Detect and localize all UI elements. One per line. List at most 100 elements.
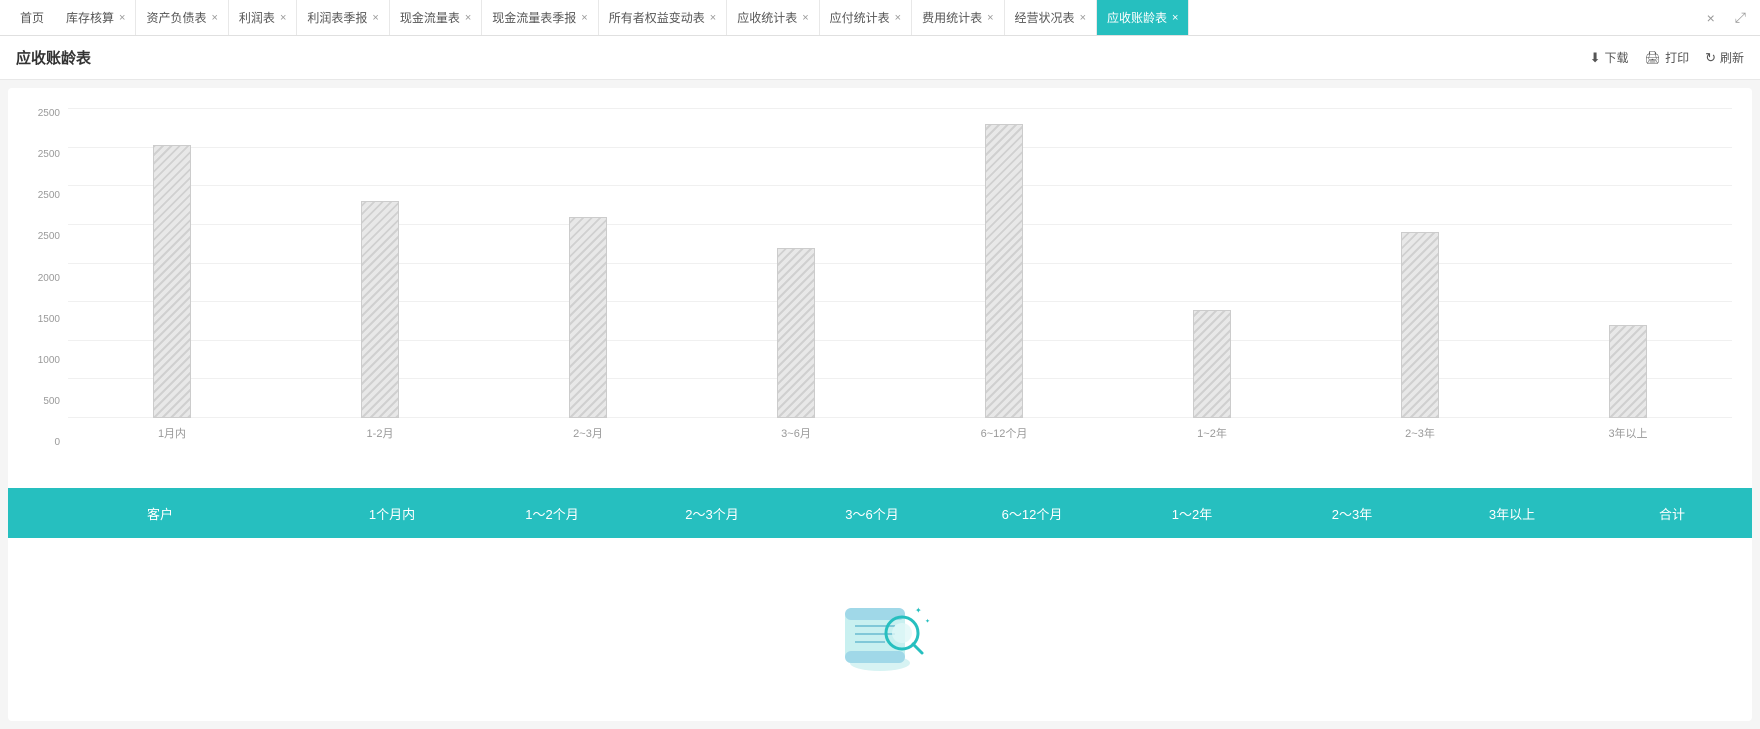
th-month2-3: 2～3个月 [632,504,792,523]
download-label: 下载 [1605,49,1629,66]
refresh-label: 刷新 [1720,49,1744,66]
bar-2 [569,217,607,419]
tab-equity-label: 所有者权益变动表 [609,9,705,26]
tab-balance-sheet-close[interactable]: × [211,12,217,24]
bars-area [68,108,1732,448]
x-label-3: 3~6月 [692,418,900,448]
tab-ops-status[interactable]: 经营状况表 × [1005,0,1097,36]
tab-profit-quarterly-label: 利润表季报 [307,9,367,26]
tab-inventory-close[interactable]: × [119,12,125,24]
print-label: 打印 [1665,49,1689,66]
tab-bar: 首页 库存核算 × 资产负债表 × 利润表 × 利润表季报 × 现金流量表 × … [0,0,1760,36]
x-axis: 1月内1-2月2~3月3~6月6~12个月1~2年2~3年3年以上 [68,418,1732,448]
tab-balance-sheet[interactable]: 资产负债表 × [136,0,228,36]
tab-inventory[interactable]: 库存核算 × [56,0,136,36]
th-customer: 客户 [8,504,312,523]
page-header: 应收账龄表 ⬇ 下载 🖨 打印 ↻ 刷新 [0,36,1760,80]
table-header: 客户 1个月内 1～2个月 2～3个月 3～6个月 6～12个月 1～2年 2～… [8,488,1752,538]
print-icon: 🖨 [1645,50,1662,66]
chart-area: 0 500 1000 1500 2000 2500 2500 2500 2500 [8,88,1752,488]
x-label-6: 2~3年 [1316,418,1524,448]
th-year2-3: 2～3年 [1272,504,1432,523]
tab-ar-aging-close[interactable]: × [1172,12,1178,24]
tab-profit-quarterly-close[interactable]: × [372,12,378,24]
bar-3 [777,248,815,419]
tab-cashflow-label: 现金流量表 [400,9,460,26]
refresh-icon: ↻ [1705,50,1716,66]
bar-group-7 [1524,108,1732,418]
bar-group-3 [692,108,900,418]
svg-text:✦: ✦ [925,618,930,625]
y-axis: 0 500 1000 1500 2000 2500 2500 2500 2500 [28,108,68,448]
th-month6-12: 6～12个月 [952,504,1112,523]
tab-ap-stats-label: 应付统计表 [830,9,890,26]
bar-group-1 [276,108,484,418]
tab-ar-aging[interactable]: 应收账龄表 × [1097,0,1189,36]
bar-1 [361,201,399,418]
th-month1-2: 1～2个月 [472,504,632,523]
x-label-1: 1-2月 [276,418,484,448]
tab-expense-stats-close[interactable]: × [987,12,993,24]
bar-group-2 [484,108,692,418]
tab-cashflow-close[interactable]: × [465,12,471,24]
download-icon: ⬇ [1590,50,1601,66]
th-year3plus: 3年以上 [1432,504,1592,523]
x-label-7: 3年以上 [1524,418,1732,448]
tab-profit-close[interactable]: × [280,12,286,24]
bar-6 [1401,232,1439,418]
tab-profit-quarterly[interactable]: 利润表季报 × [297,0,389,36]
download-button[interactable]: ⬇ 下载 [1590,49,1629,66]
bar-group-6 [1316,108,1524,418]
svg-text:✦: ✦ [915,606,922,615]
window-controls: × ⤢ [1701,7,1752,28]
th-month3-6: 3～6个月 [792,504,952,523]
bar-group-4 [900,108,1108,418]
x-label-4: 6~12个月 [900,418,1108,448]
tab-expense-stats[interactable]: 费用统计表 × [912,0,1004,36]
main-content: 0 500 1000 1500 2000 2500 2500 2500 2500 [8,88,1752,721]
tab-ar-aging-label: 应收账龄表 [1107,9,1167,26]
th-month1: 1个月内 [312,504,472,523]
tab-cashflow[interactable]: 现金流量表 × [390,0,482,36]
tab-expense-stats-label: 费用统计表 [922,9,982,26]
tab-profit[interactable]: 利润表 × [229,0,297,36]
tab-profit-label: 利润表 [239,9,275,26]
tab-ap-stats[interactable]: 应付统计表 × [820,0,912,36]
chart-inner: 1月内1-2月2~3月3~6月6~12个月1~2年2~3年3年以上 [68,108,1732,448]
tab-home[interactable]: 首页 [8,0,56,36]
tab-equity[interactable]: 所有者权益变动表 × [599,0,727,36]
th-total: 合计 [1592,504,1752,523]
tab-ar-stats-label: 应收统计表 [737,9,797,26]
tab-equity-close[interactable]: × [710,12,716,24]
maximize-window-button[interactable]: ⤢ [1729,7,1752,28]
bar-5 [1193,310,1231,419]
bar-7 [1609,325,1647,418]
x-label-5: 1~2年 [1108,418,1316,448]
th-year1-2: 1～2年 [1112,504,1272,523]
x-label-0: 1月内 [68,418,276,448]
tab-cashflow-quarterly[interactable]: 现金流量表季报 × [482,0,598,36]
print-button[interactable]: 🖨 打印 [1645,49,1690,66]
bar-group-5 [1108,108,1316,418]
empty-state: ✦ ✦ [8,538,1752,721]
refresh-button[interactable]: ↻ 刷新 [1705,49,1744,66]
tab-ops-status-label: 经营状况表 [1015,9,1075,26]
header-actions: ⬇ 下载 🖨 打印 ↻ 刷新 [1590,49,1744,66]
tab-ar-stats-close[interactable]: × [802,12,808,24]
bar-group-0 [68,108,276,418]
bar-4 [985,124,1023,419]
tab-balance-sheet-label: 资产负债表 [146,9,206,26]
tab-inventory-label: 库存核算 [66,9,114,26]
page-title: 应收账龄表 [16,47,91,68]
tab-ar-stats[interactable]: 应收统计表 × [727,0,819,36]
bar-0 [153,145,191,418]
tab-cashflow-quarterly-label: 现金流量表季报 [492,9,576,26]
empty-illustration: ✦ ✦ [820,578,940,681]
chart-container: 0 500 1000 1500 2000 2500 2500 2500 2500 [28,108,1732,448]
close-window-button[interactable]: × [1701,8,1721,28]
tab-ap-stats-close[interactable]: × [895,12,901,24]
tab-home-label: 首页 [20,9,44,26]
tab-ops-status-close[interactable]: × [1080,12,1086,24]
x-label-2: 2~3月 [484,418,692,448]
tab-cashflow-quarterly-close[interactable]: × [581,12,587,24]
